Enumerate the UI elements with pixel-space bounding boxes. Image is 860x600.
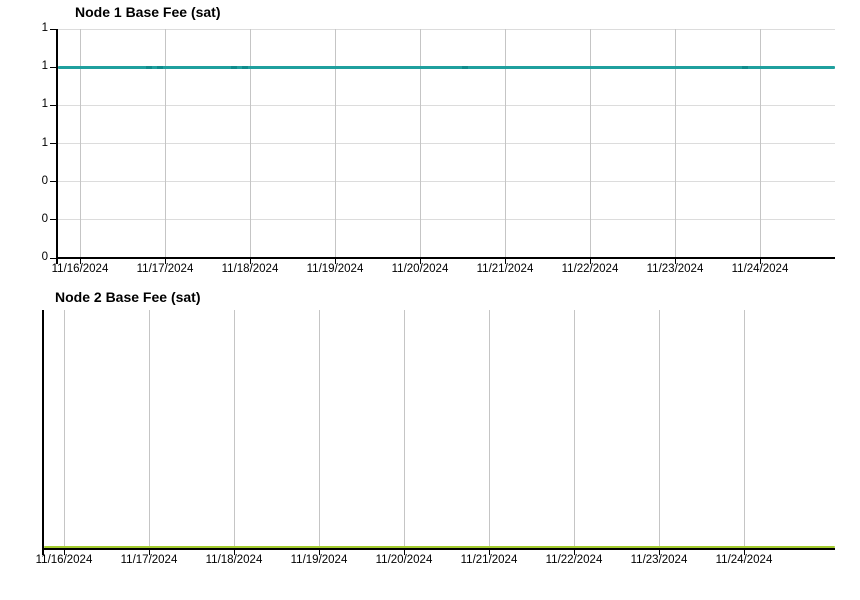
- x-tick-label: 11/22/2024: [531, 554, 617, 566]
- x-tick-label: 11/20/2024: [361, 554, 447, 566]
- v-gridline: [744, 310, 745, 549]
- v-gridline: [404, 310, 405, 549]
- y-tick-label: 1: [28, 22, 48, 34]
- x-axis: [56, 257, 835, 259]
- v-gridline: [250, 29, 251, 258]
- series-line: [58, 66, 835, 69]
- x-tick-label: 11/20/2024: [377, 263, 463, 275]
- y-tick-label: 1: [28, 60, 48, 72]
- y-axis: [56, 29, 58, 264]
- v-gridline: [574, 310, 575, 549]
- x-tick-label: 11/16/2024: [21, 554, 107, 566]
- y-tick-label: 0: [28, 251, 48, 263]
- data-point-marker: [742, 66, 748, 69]
- v-gridline: [489, 310, 490, 549]
- v-gridline: [675, 29, 676, 258]
- data-point-marker: [146, 66, 152, 69]
- x-tick-label: 11/24/2024: [717, 263, 803, 275]
- x-tick-label: 11/17/2024: [106, 554, 192, 566]
- x-tick-label: 11/16/2024: [37, 263, 123, 275]
- chart-canvas: Node 1 Base Fee (sat) Node 2 Base Fee (s…: [0, 0, 860, 600]
- x-tick-label: 11/23/2024: [632, 263, 718, 275]
- x-tick-label: 11/19/2024: [292, 263, 378, 275]
- x-tick-label: 11/21/2024: [446, 554, 532, 566]
- series-line: [44, 546, 835, 549]
- h-gridline: [57, 181, 835, 182]
- chart2-title: Node 2 Base Fee (sat): [55, 289, 201, 305]
- x-tick-label: 11/22/2024: [547, 263, 633, 275]
- h-gridline: [57, 143, 835, 144]
- h-gridline: [57, 105, 835, 106]
- v-gridline: [64, 310, 65, 549]
- x-tick-label: 11/18/2024: [207, 263, 293, 275]
- x-tick-label: 11/17/2024: [122, 263, 208, 275]
- v-gridline: [659, 310, 660, 549]
- data-point-marker: [231, 66, 237, 69]
- v-gridline: [165, 29, 166, 258]
- v-gridline: [335, 29, 336, 258]
- v-gridline: [590, 29, 591, 258]
- data-point-marker: [242, 66, 248, 69]
- x-tick-label: 11/21/2024: [462, 263, 548, 275]
- y-tick-label: 0: [28, 213, 48, 225]
- h-gridline: [57, 29, 835, 30]
- data-point-marker: [157, 66, 163, 69]
- chart1-title: Node 1 Base Fee (sat): [75, 4, 221, 20]
- h-gridline: [57, 219, 835, 220]
- y-tick-label: 1: [28, 98, 48, 110]
- y-tick-label: 1: [28, 137, 48, 149]
- v-gridline: [80, 29, 81, 258]
- v-gridline: [149, 310, 150, 549]
- v-gridline: [319, 310, 320, 549]
- v-gridline: [234, 310, 235, 549]
- x-tick-label: 11/24/2024: [701, 554, 787, 566]
- y-axis: [42, 310, 44, 555]
- data-point-marker: [462, 66, 468, 69]
- y-tick-label: 0: [28, 175, 48, 187]
- x-axis: [42, 548, 835, 550]
- v-gridline: [420, 29, 421, 258]
- x-tick-label: 11/18/2024: [191, 554, 277, 566]
- v-gridline: [505, 29, 506, 258]
- x-tick-label: 11/19/2024: [276, 554, 362, 566]
- v-gridline: [760, 29, 761, 258]
- x-tick-label: 11/23/2024: [616, 554, 702, 566]
